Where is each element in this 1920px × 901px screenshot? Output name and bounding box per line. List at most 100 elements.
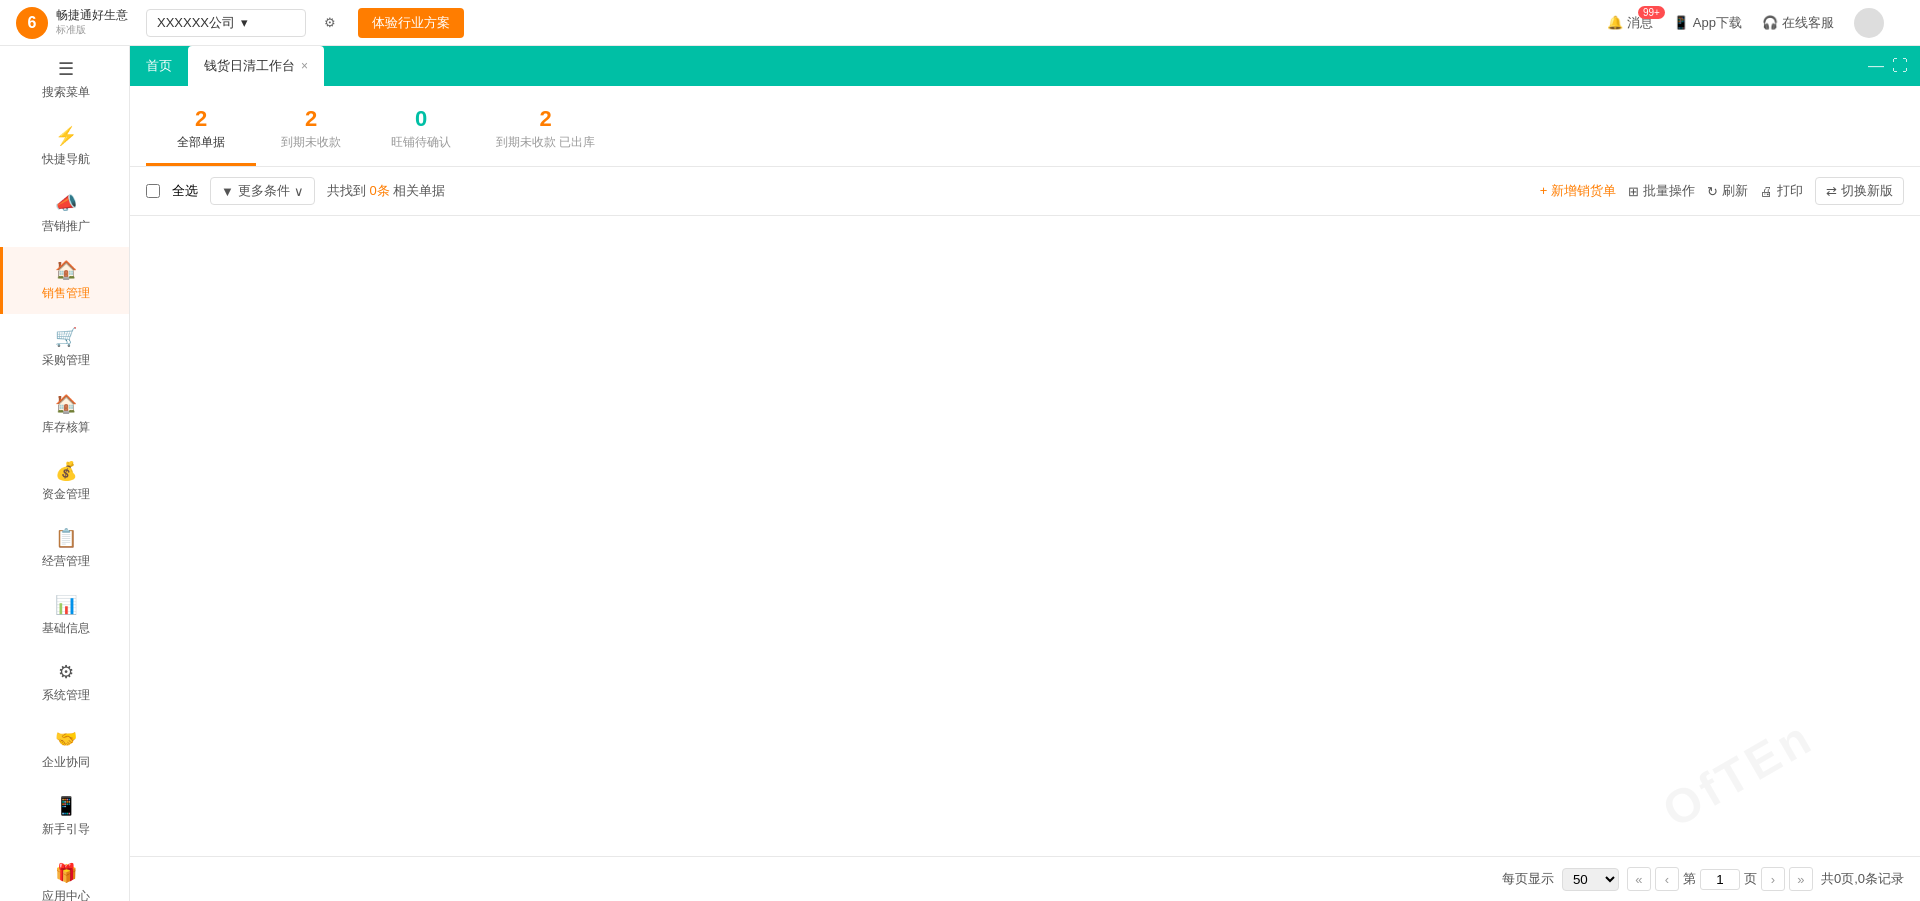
company-name: XXXXXX公司 <box>157 14 235 32</box>
tab-maximize-icon[interactable]: ⛶ <box>1892 57 1908 75</box>
batch-icon: ⊞ <box>1628 184 1639 199</box>
sidebar-item-inventory[interactable]: 🏠 库存核算 <box>0 381 129 448</box>
sidebar-label-marketing: 营销推广 <box>42 218 90 235</box>
system-icon: ⚙ <box>58 661 74 683</box>
toolbar-right: + 新增销货单 ⊞ 批量操作 ↻ 刷新 🖨 打印 ⇄ <box>1540 177 1904 205</box>
phone-icon: 📱 <box>1673 15 1689 30</box>
stat-tab-overdue[interactable]: 2 到期未收款 <box>256 98 366 166</box>
tab-home[interactable]: 首页 <box>130 46 188 86</box>
sidebar-label-purchase: 采购管理 <box>42 352 90 369</box>
sidebar-label-sales: 销售管理 <box>42 285 90 302</box>
sidebar-item-system[interactable]: ⚙ 系统管理 <box>0 649 129 716</box>
page-content: 2 全部单据 2 到期未收款 0 旺铺待确认 2 到期未收款 已出库 <box>130 86 1920 901</box>
notification-badge: 99+ <box>1638 6 1665 19</box>
sidebar-item-app-center[interactable]: 🎁 应用中心 <box>0 850 129 901</box>
tab-bar-actions: — ⛶ <box>1868 57 1920 75</box>
operations-icon: 📋 <box>55 527 77 549</box>
switch-version-btn[interactable]: ⇄ 切换新版 <box>1815 177 1904 205</box>
stats-tabs: 2 全部单据 2 到期未收款 0 旺铺待确认 2 到期未收款 已出库 <box>130 86 1920 167</box>
sidebar-item-quick-nav[interactable]: ⚡ 快捷导航 <box>0 113 129 180</box>
online-service-btn[interactable]: 🎧 在线客服 <box>1762 14 1834 32</box>
prev-page-btn[interactable]: ‹ <box>1655 867 1679 891</box>
page-size-select[interactable]: 50 100 200 <box>1562 868 1619 891</box>
stat-count-all: 2 <box>195 106 207 132</box>
first-page-btn[interactable]: « <box>1627 867 1651 891</box>
page-nav: « ‹ 第 页 › » <box>1627 867 1813 891</box>
sidebar-label-guide: 新手引导 <box>42 821 90 838</box>
cooperation-icon: 🤝 <box>55 728 77 750</box>
app-center-icon: 🎁 <box>55 862 77 884</box>
company-selector[interactable]: XXXXXX公司 ▾ <box>146 9 306 37</box>
stat-tab-pending[interactable]: 0 旺铺待确认 <box>366 98 476 166</box>
add-sale-btn[interactable]: + 新增销货单 <box>1540 182 1616 200</box>
sidebar-label-app-center: 应用中心 <box>42 888 90 901</box>
quick-nav-icon: ⚡ <box>55 125 77 147</box>
pagination: 每页显示 50 100 200 « ‹ 第 页 › » 共0页,0条记录 <box>130 856 1920 901</box>
sidebar-label-capital: 资金管理 <box>42 486 90 503</box>
notification-area[interactable]: 🔔 消息 99+ <box>1607 14 1653 32</box>
marketing-icon: 📣 <box>55 192 77 214</box>
refresh-icon: ↻ <box>1707 184 1718 199</box>
sidebar-item-marketing[interactable]: 📣 营销推广 <box>0 180 129 247</box>
experience-btn[interactable]: 体验行业方案 <box>358 8 464 38</box>
toolbar: 全选 ▼ 更多条件 ∨ 共找到 0条 相关单据 + 新增销货单 ⊞ 批量操作 <box>130 167 1920 216</box>
sidebar-item-basic-info[interactable]: 📊 基础信息 <box>0 582 129 649</box>
content-area: 首页 钱货日清工作台 × — ⛶ 2 全部单据 2 到期未收款 <box>130 46 1920 901</box>
purchase-icon: 🛒 <box>55 326 77 348</box>
chevron-down-icon: ▾ <box>241 15 248 30</box>
found-prefix: 共找到 <box>327 183 366 198</box>
logo-area: 6 畅捷通好生意 标准版 <box>16 7 146 39</box>
select-all-checkbox[interactable] <box>146 184 160 198</box>
tab-minimize-icon[interactable]: — <box>1868 57 1884 75</box>
found-suffix: 相关单据 <box>393 183 445 198</box>
sidebar-item-operations[interactable]: 📋 经营管理 <box>0 515 129 582</box>
last-page-btn[interactable]: » <box>1789 867 1813 891</box>
basic-info-icon: 📊 <box>55 594 77 616</box>
tab-close-icon[interactable]: × <box>301 59 308 73</box>
settings-button[interactable]: ⚙ <box>314 7 346 39</box>
stat-tab-all[interactable]: 2 全部单据 <box>146 98 256 166</box>
header-right: 🔔 消息 99+ 📱 App下载 🎧 在线客服 <box>1607 8 1904 38</box>
tab-workbench[interactable]: 钱货日清工作台 × <box>188 46 324 86</box>
search-menu-icon: ☰ <box>58 58 74 80</box>
found-text: 共找到 0条 相关单据 <box>327 182 445 200</box>
stat-count-overdue: 2 <box>305 106 317 132</box>
sales-icon: 🏠 <box>55 259 77 281</box>
sidebar-label-quick-nav: 快捷导航 <box>42 151 90 168</box>
app-download-btn[interactable]: 📱 App下载 <box>1673 14 1742 32</box>
sidebar-label-system: 系统管理 <box>42 687 90 704</box>
page-input[interactable] <box>1700 869 1740 890</box>
filter-chevron-icon: ∨ <box>294 184 304 199</box>
sidebar-item-purchase[interactable]: 🛒 采购管理 <box>0 314 129 381</box>
sidebar: ☰ 搜索菜单 ⚡ 快捷导航 📣 营销推广 🏠 销售管理 🛒 采购管理 🏠 库存核… <box>0 46 130 901</box>
page-total: 共0页,0条记录 <box>1821 870 1904 888</box>
stat-tab-not-shipped[interactable]: 2 到期未收款 已出库 <box>476 98 615 166</box>
sidebar-item-guide[interactable]: 📱 新手引导 <box>0 783 129 850</box>
sidebar-label-cooperation: 企业协同 <box>42 754 90 771</box>
logo-icon: 6 <box>16 7 48 39</box>
select-all-label: 全选 <box>172 182 198 200</box>
sidebar-item-search-menu[interactable]: ☰ 搜索菜单 <box>0 46 129 113</box>
tab-bar: 首页 钱货日清工作台 × — ⛶ <box>130 46 1920 86</box>
page-suffix: 页 <box>1744 870 1757 888</box>
refresh-btn[interactable]: ↻ 刷新 <box>1707 182 1748 200</box>
top-header: 6 畅捷通好生意 标准版 XXXXXX公司 ▾ ⚙ 体验行业方案 🔔 消息 99… <box>0 0 1920 46</box>
user-avatar[interactable] <box>1854 8 1884 38</box>
guide-icon: 📱 <box>55 795 77 817</box>
more-filters-btn[interactable]: ▼ 更多条件 ∨ <box>210 177 315 205</box>
more-filters-label: 更多条件 <box>238 182 290 200</box>
main-layout: ☰ 搜索菜单 ⚡ 快捷导航 📣 营销推广 🏠 销售管理 🛒 采购管理 🏠 库存核… <box>0 46 1920 901</box>
print-btn[interactable]: 🖨 打印 <box>1760 182 1803 200</box>
sidebar-label-inventory: 库存核算 <box>42 419 90 436</box>
tab-home-label: 首页 <box>146 57 172 75</box>
sidebar-label-search-menu: 搜索菜单 <box>42 84 90 101</box>
stat-label-all: 全部单据 <box>177 134 225 151</box>
next-page-btn[interactable]: › <box>1761 867 1785 891</box>
sidebar-item-cooperation[interactable]: 🤝 企业协同 <box>0 716 129 783</box>
batch-op-btn[interactable]: ⊞ 批量操作 <box>1628 182 1695 200</box>
sidebar-item-capital[interactable]: 💰 资金管理 <box>0 448 129 515</box>
logo-text: 畅捷通好生意 标准版 <box>56 8 128 38</box>
app-subtitle: 标准版 <box>56 23 128 37</box>
switch-icon: ⇄ <box>1826 184 1837 199</box>
sidebar-item-sales[interactable]: 🏠 销售管理 <box>0 247 129 314</box>
